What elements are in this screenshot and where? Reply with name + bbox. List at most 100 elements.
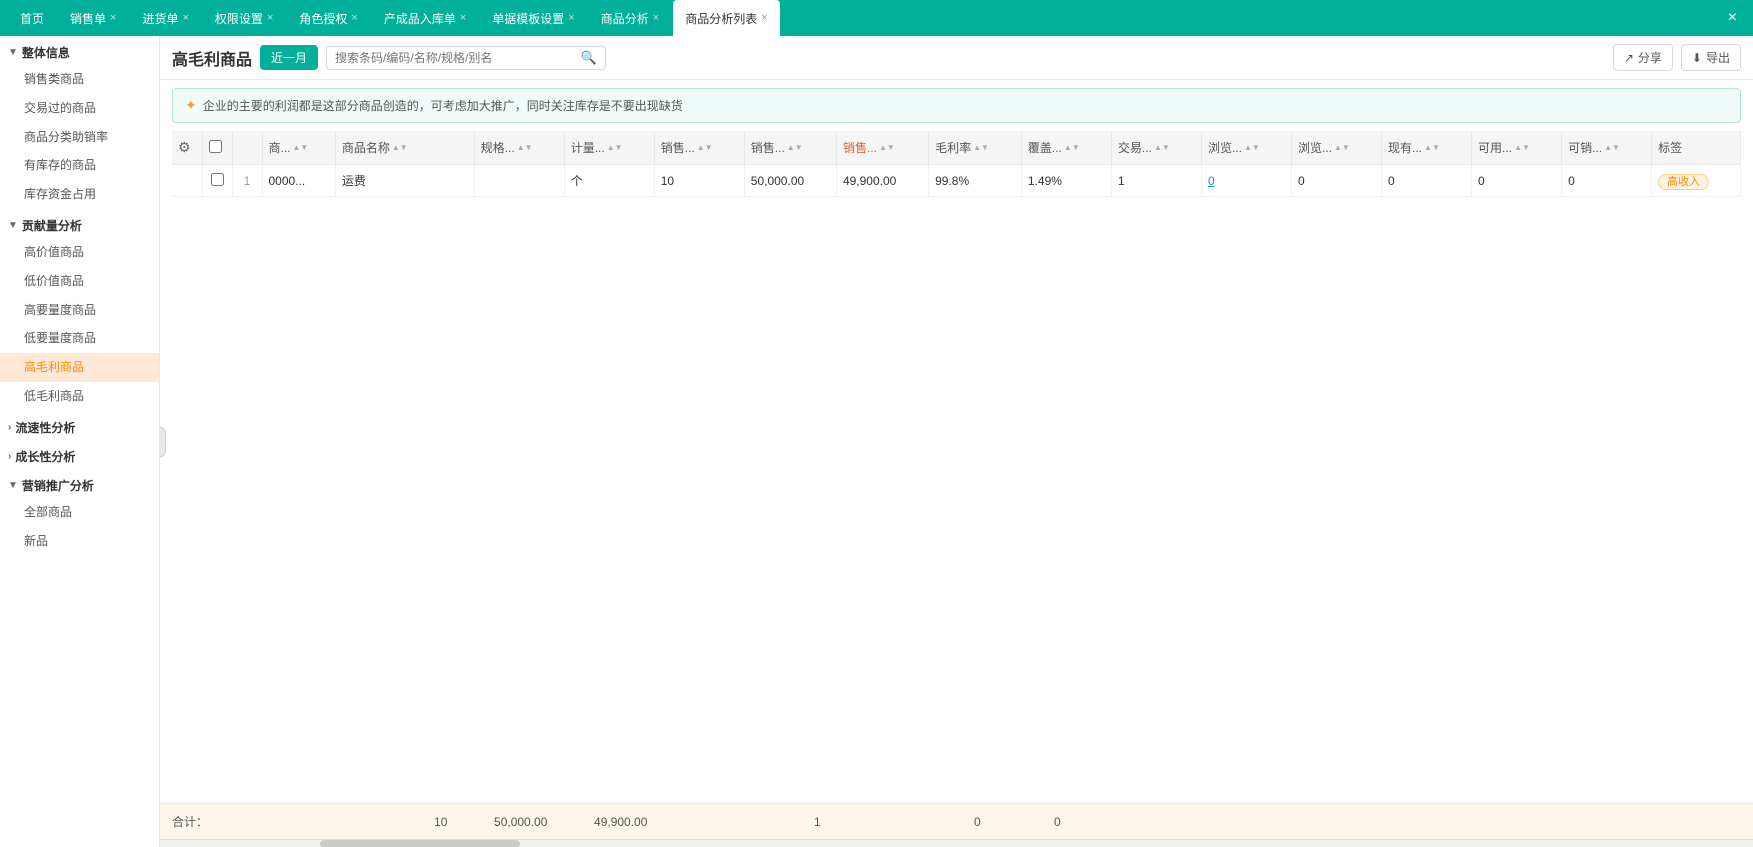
tab-analysis[interactable]: 商品分析 × — [589, 0, 671, 36]
close-product-tab[interactable]: × — [460, 12, 466, 24]
table-container[interactable]: ⚙ 商... ▲▼ — [160, 131, 1753, 803]
arrow-wealth: ▼ — [8, 220, 18, 231]
col-check — [202, 131, 232, 165]
sort-arrows-code[interactable]: ▲▼ — [293, 144, 309, 152]
tab-sales[interactable]: 销售单 × — [58, 0, 128, 36]
main-layout: ▼ 整体信息 销售类商品 交易过的商品 商品分类助销率 有库存的商品 库存资金占… — [0, 36, 1753, 847]
close-analysis-list-tab[interactable]: × — [761, 12, 767, 24]
sidebar-item-low-freq[interactable]: 低要量度商品 — [0, 324, 159, 353]
tag-badge: 高收入 — [1658, 174, 1709, 190]
tab-role[interactable]: 角色授权 × — [287, 0, 369, 36]
info-icon: ✦ — [185, 97, 197, 114]
sort-arrows-saleable[interactable]: ▲▼ — [1604, 144, 1620, 152]
close-permission-tab[interactable]: × — [267, 12, 273, 24]
content-area: « 高毛利商品 近一月 🔍 ↗ 分享 ⬇ 导出 ✦ 企 — [160, 36, 1753, 847]
sidebar-group-marketing[interactable]: ▼ 营销推广分析 — [0, 469, 159, 498]
cell-gear — [172, 165, 202, 197]
close-sales-tab[interactable]: × — [110, 12, 116, 24]
scroll-thumb[interactable] — [320, 840, 520, 847]
cell-coverage: 1.49% — [1021, 165, 1111, 197]
sort-arrows-sales-amount[interactable]: ▲▼ — [787, 144, 803, 152]
close-purchase-tab[interactable]: × — [182, 12, 188, 24]
sidebar-item-analysis-rate[interactable]: 商品分类助销率 — [0, 123, 159, 152]
cell-stock-qty: 0 — [1382, 165, 1472, 197]
close-analysis-tab[interactable]: × — [653, 12, 659, 24]
search-icon[interactable]: 🔍 — [581, 50, 597, 66]
sort-arrows-sales-qty[interactable]: ▲▼ — [697, 144, 713, 152]
arrow-overall: ▼ — [8, 47, 18, 58]
tab-analysis-list[interactable]: 商品分析列表 × — [673, 0, 779, 36]
cell-margin-rate: 99.8% — [929, 165, 1022, 197]
sidebar-item-traded-goods[interactable]: 交易过的商品 — [0, 94, 159, 123]
sidebar-item-high-freq[interactable]: 高要量度商品 — [0, 296, 159, 325]
sidebar-item-low-margin[interactable]: 低毛利商品 — [0, 382, 159, 411]
cell-rownum: 1 — [232, 165, 262, 197]
sidebar-group-flow[interactable]: › 流速性分析 — [0, 411, 159, 440]
arrow-flow: › — [8, 422, 11, 433]
col-spec: 规格... ▲▼ — [474, 131, 564, 165]
col-code: 商... ▲▼ — [262, 131, 335, 165]
cell-name: 运费 — [335, 165, 474, 197]
browse1-link[interactable]: 0 — [1208, 174, 1215, 188]
tab-permission[interactable]: 权限设置 × — [203, 0, 285, 36]
footer-sales-amount: 50,000.00 — [488, 815, 588, 829]
footer-coverage-spacer — [748, 815, 808, 829]
row-checkbox[interactable] — [211, 173, 224, 186]
sidebar-item-high-value[interactable]: 高价值商品 — [0, 238, 159, 267]
close-role-tab[interactable]: × — [351, 12, 357, 24]
sort-arrows-coverage[interactable]: ▲▼ — [1064, 144, 1080, 152]
footer-sales-qty: 10 — [428, 815, 488, 829]
col-browse2: 浏览... ▲▼ — [1291, 131, 1381, 165]
tab-product-in[interactable]: 产成品入库单 × — [372, 0, 478, 36]
share-icon: ↗ — [1624, 51, 1634, 65]
tab-purchase[interactable]: 进货单 × — [130, 0, 200, 36]
sidebar-item-low-value[interactable]: 低价值商品 — [0, 267, 159, 296]
share-button[interactable]: ↗ 分享 — [1613, 44, 1673, 71]
sort-arrows-spec[interactable]: ▲▼ — [517, 144, 533, 152]
sort-arrows-margin[interactable]: ▲▼ — [973, 144, 989, 152]
sort-arrows-sales-profit[interactable]: ▲▼ — [879, 144, 895, 152]
data-table: ⚙ 商... ▲▼ — [172, 131, 1741, 197]
sidebar-item-sales-goods[interactable]: 销售类商品 — [0, 65, 159, 94]
cell-unit: 个 — [564, 165, 654, 197]
sidebar-item-new-goods[interactable]: 新品 — [0, 527, 159, 556]
col-unit: 计量... ▲▼ — [564, 131, 654, 165]
cell-saleable-qty: 0 — [1562, 165, 1652, 197]
sort-arrows-browse2[interactable]: ▲▼ — [1334, 144, 1350, 152]
cell-code: 0000... — [262, 165, 335, 197]
sidebar-collapse-button[interactable]: « — [160, 426, 166, 458]
select-all-checkbox[interactable] — [209, 140, 222, 153]
sort-arrows-name[interactable]: ▲▼ — [392, 144, 408, 152]
cell-browse1: 0 — [1201, 165, 1291, 197]
footer-spacer — [228, 815, 428, 829]
sidebar-item-stocked-goods[interactable]: 有库存的商品 — [0, 151, 159, 180]
sort-arrows-browse1[interactable]: ▲▼ — [1244, 144, 1260, 152]
col-rownum — [232, 131, 262, 165]
sort-arrows-unit[interactable]: ▲▼ — [607, 144, 623, 152]
horizontal-scrollbar[interactable] — [160, 839, 1753, 847]
close-template-tab[interactable]: × — [568, 12, 574, 24]
sort-arrows-trade[interactable]: ▲▼ — [1154, 144, 1170, 152]
gear-icon[interactable]: ⚙ — [178, 139, 191, 155]
col-browse1: 浏览... ▲▼ — [1201, 131, 1291, 165]
tab-home[interactable]: 首页 — [8, 0, 56, 36]
search-input[interactable] — [335, 51, 581, 65]
col-tag: 标签 — [1652, 131, 1741, 165]
export-button[interactable]: ⬇ 导出 — [1681, 44, 1741, 71]
cell-trade-count: 1 — [1111, 165, 1201, 197]
close-all-tabs[interactable]: × — [1720, 9, 1745, 27]
tab-template[interactable]: 单据模板设置 × — [480, 0, 586, 36]
sidebar-item-all-goods[interactable]: 全部商品 — [0, 498, 159, 527]
cell-sales-amount: 50,000.00 — [744, 165, 836, 197]
filter-recent-month[interactable]: 近一月 — [260, 45, 318, 70]
col-trade-count: 交易... ▲▼ — [1111, 131, 1201, 165]
sidebar-group-wealth[interactable]: ▼ 贡献量分析 — [0, 209, 159, 238]
table-body: 1 0000... 运费 个 10 50,000.00 49,900.00 99… — [172, 165, 1741, 197]
sidebar-group-growth[interactable]: › 成长性分析 — [0, 440, 159, 469]
sort-arrows-stock[interactable]: ▲▼ — [1424, 144, 1440, 152]
footer-bar: 合计： 10 50,000.00 49,900.00 1 0 0 — [160, 803, 1753, 839]
sidebar-item-high-margin[interactable]: 高毛利商品 — [0, 353, 159, 382]
sidebar-item-stock-ratio[interactable]: 库存资金占用 — [0, 180, 159, 209]
sidebar-group-overall[interactable]: ▼ 整体信息 — [0, 36, 159, 65]
sort-arrows-avail[interactable]: ▲▼ — [1514, 144, 1530, 152]
